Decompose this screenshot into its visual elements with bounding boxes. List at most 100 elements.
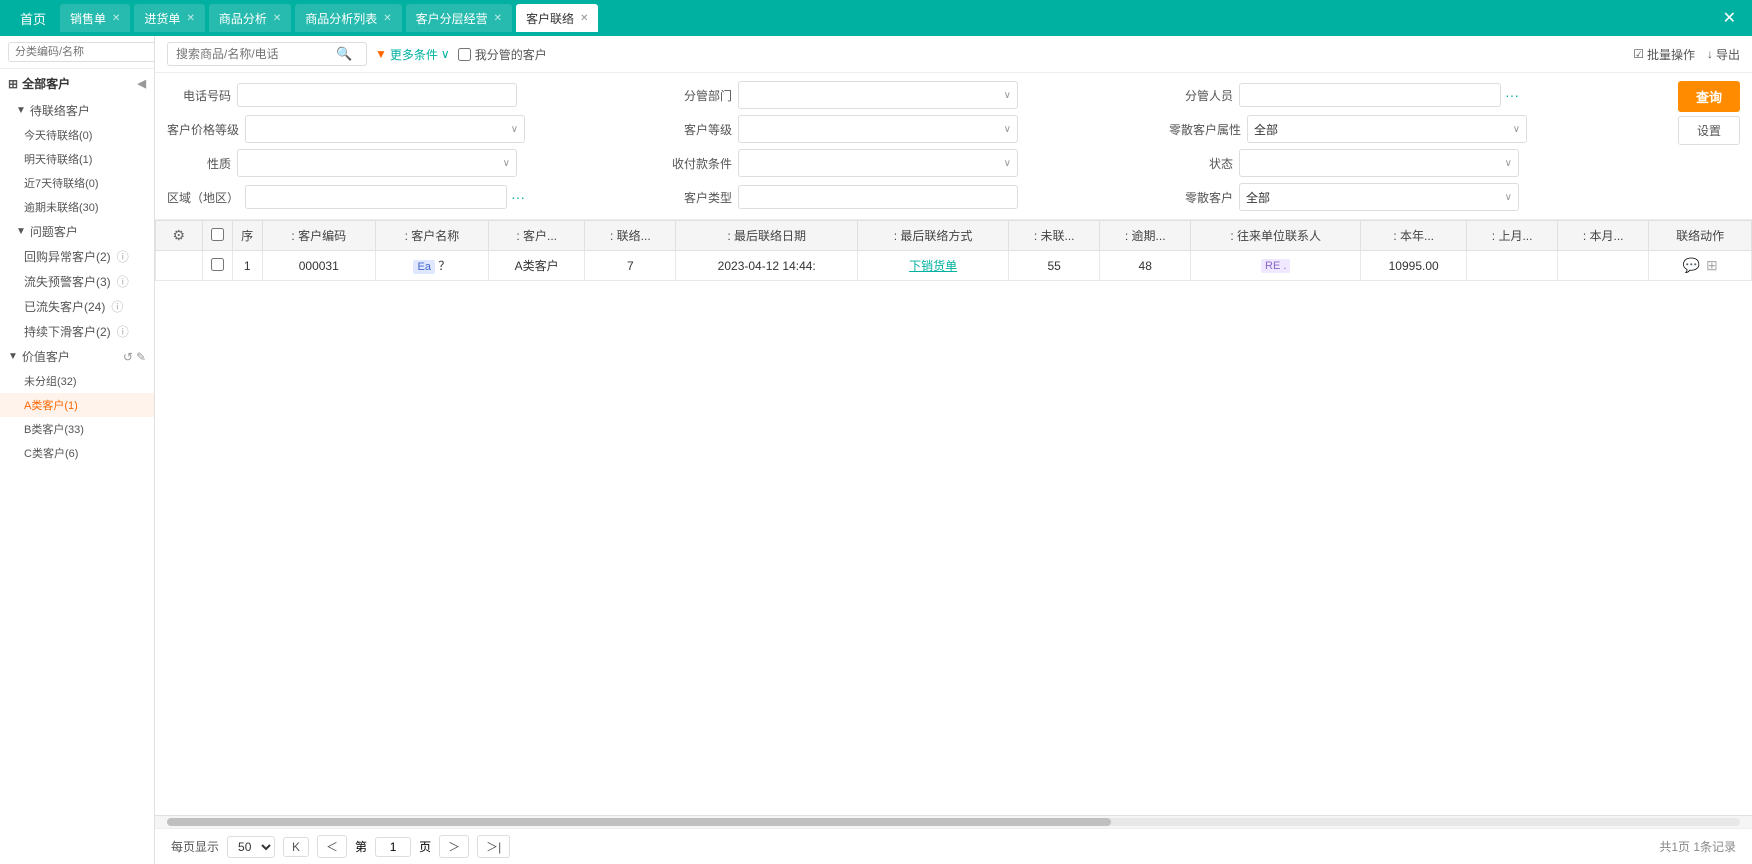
row-select-checkbox[interactable] bbox=[211, 258, 224, 271]
edit-icon[interactable]: ✎ bbox=[136, 350, 146, 364]
filter-select-dept[interactable]: ∨ bbox=[738, 81, 1018, 109]
arrow-icon-3: ▼ bbox=[8, 351, 18, 362]
group-value-customers[interactable]: ▼ 价值客户 ↺ ✎ bbox=[0, 344, 154, 369]
next-page-button[interactable]: ＞ bbox=[439, 835, 469, 858]
col-checkbox-header[interactable] bbox=[202, 221, 232, 251]
filter-panel: 电话号码 分管部门 ∨ 分管人员 bbox=[155, 73, 1752, 220]
setting-button[interactable]: 设置 bbox=[1678, 116, 1740, 145]
tab-close-purchase[interactable]: ✕ bbox=[186, 13, 194, 24]
filter-input-region[interactable] bbox=[245, 185, 507, 209]
row-last-contact-method[interactable]: 下销货单 bbox=[858, 251, 1009, 281]
region-dots-button[interactable]: ··· bbox=[511, 189, 525, 205]
scrollbar-thumb[interactable] bbox=[167, 818, 1111, 826]
filter-select-price-level[interactable]: ∨ bbox=[245, 115, 525, 143]
col-customer-type-header[interactable]: : 客户... bbox=[488, 221, 584, 251]
tab-close-segmentation[interactable]: ✕ bbox=[494, 13, 502, 24]
col-contact-person-header[interactable]: : 往来单位联系人 bbox=[1191, 221, 1361, 251]
filter-cell-customer-type: 客户类型 bbox=[668, 185, 1169, 209]
row-checkbox[interactable] bbox=[202, 251, 232, 281]
info-icon-2: ⓘ bbox=[117, 275, 129, 289]
tab-customer-segmentation[interactable]: 客户分层经营 ✕ bbox=[406, 4, 512, 32]
export-button[interactable]: ↓ 导出 bbox=[1707, 46, 1740, 63]
window-close-button[interactable]: ✕ bbox=[1715, 8, 1744, 28]
filter-select-nature[interactable]: ∨ bbox=[237, 149, 517, 177]
select-all-checkbox[interactable] bbox=[211, 228, 224, 241]
chevron-scatter2: ∨ bbox=[1505, 192, 1512, 203]
tab-close-sales[interactable]: ✕ bbox=[112, 13, 120, 24]
qr-icon[interactable]: ⊞ bbox=[1706, 257, 1718, 274]
table-body: 1 000031 Ea ？ A类客户 7 2023-04-12 14:44: 下… bbox=[156, 251, 1752, 281]
refresh-icon[interactable]: ↺ bbox=[123, 350, 133, 364]
first-page-button[interactable]: K bbox=[283, 837, 309, 857]
tab-close-product[interactable]: ✕ bbox=[273, 13, 281, 24]
tab-purchase-order[interactable]: 进货单 ✕ bbox=[134, 4, 204, 32]
sidebar-item-churned[interactable]: 已流失客户(24) ⓘ bbox=[0, 294, 154, 319]
filter-row-3: 性质 ∨ 收付款条件 ∨ bbox=[167, 149, 1670, 177]
filter-label-status: 状态 bbox=[1169, 155, 1239, 172]
filter-input-manager[interactable] bbox=[1239, 83, 1501, 107]
col-no-contact-header[interactable]: : 未联... bbox=[1009, 221, 1100, 251]
horizontal-scrollbar bbox=[155, 815, 1752, 828]
tab-customer-contact[interactable]: 客户联络 ✕ bbox=[516, 4, 598, 32]
sidebar-item-tomorrow-contact[interactable]: 明天待联络(1) bbox=[0, 147, 154, 171]
sidebar-item-7day-contact[interactable]: 近7天待联络(0) bbox=[0, 171, 154, 195]
sidebar-item-churn-warning[interactable]: 流失预警客户(3) ⓘ bbox=[0, 269, 154, 294]
last-page-button[interactable]: ＞| bbox=[477, 835, 510, 858]
home-button[interactable]: 首页 bbox=[8, 0, 58, 36]
row-code: 000031 bbox=[262, 251, 375, 281]
more-filters-button[interactable]: ▼ 更多条件 ∨ bbox=[375, 46, 450, 63]
sidebar-item-class-b[interactable]: B类客户(33) bbox=[0, 417, 154, 441]
search-icon[interactable]: 🔍 bbox=[336, 46, 352, 62]
sidebar-item-today-contact[interactable]: 今天待联络(0) bbox=[0, 123, 154, 147]
filter-select-status[interactable]: ∨ bbox=[1239, 149, 1519, 177]
col-last-month-header[interactable]: : 上月... bbox=[1467, 221, 1558, 251]
filter-select-customer-level[interactable]: ∨ bbox=[738, 115, 1018, 143]
prev-page-button[interactable]: ＜ bbox=[317, 835, 347, 858]
group-problem-customers[interactable]: ▼ 问题客户 bbox=[0, 219, 154, 244]
col-overdue-header[interactable]: : 逾期... bbox=[1100, 221, 1191, 251]
sidebar-item-unclassified[interactable]: 未分组(32) bbox=[0, 369, 154, 393]
collapse-icon[interactable]: ◀ bbox=[138, 77, 146, 90]
last-contact-method-link[interactable]: 下销货单 bbox=[909, 259, 957, 273]
row-last-contact-date: 2023-04-12 14:44: bbox=[676, 251, 858, 281]
my-customers-checkbox-label[interactable]: 我分管的客户 bbox=[458, 46, 547, 63]
col-contact-count-header[interactable]: : 联络... bbox=[585, 221, 676, 251]
tab-product-analysis-list[interactable]: 商品分析列表 ✕ bbox=[295, 4, 401, 32]
my-customers-checkbox[interactable] bbox=[458, 48, 471, 61]
scrollbar-track[interactable] bbox=[167, 818, 1740, 826]
sidebar-search-input[interactable] bbox=[8, 42, 155, 62]
sidebar-item-declining[interactable]: 持续下滑客户(2) ⓘ bbox=[0, 319, 154, 344]
col-last-contact-method-header[interactable]: : 最后联络方式 bbox=[858, 221, 1009, 251]
message-icon[interactable]: 💬 bbox=[1683, 257, 1700, 274]
col-this-month-header[interactable]: : 本月... bbox=[1558, 221, 1649, 251]
filter-select-scatter[interactable]: 全部 ∨ bbox=[1239, 183, 1519, 211]
tab-product-analysis[interactable]: 商品分析 ✕ bbox=[209, 4, 291, 32]
tab-close-product-list[interactable]: ✕ bbox=[383, 13, 391, 24]
col-customer-code-header[interactable]: : 客户编码 bbox=[262, 221, 375, 251]
tab-sales-order[interactable]: 销售单 ✕ bbox=[60, 4, 130, 32]
group-pending-contact[interactable]: ▼ 待联络客户 bbox=[0, 98, 154, 123]
col-last-contact-date-header[interactable]: : 最后联络日期 bbox=[676, 221, 858, 251]
sidebar-item-class-c[interactable]: C类客户(6) bbox=[0, 441, 154, 465]
all-customers-header[interactable]: ⊞ 全部客户 ◀ bbox=[0, 69, 154, 98]
page-number-input[interactable] bbox=[375, 837, 411, 857]
batch-operation-button[interactable]: ☑ 批量操作 bbox=[1633, 46, 1695, 63]
filter-cell-region: 区域（地区） ··· bbox=[167, 185, 668, 209]
col-customer-name-header[interactable]: : 客户名称 bbox=[375, 221, 488, 251]
row-contact-person: RE . bbox=[1191, 251, 1361, 281]
sidebar-item-overdue-contact[interactable]: 逾期未联络(30) bbox=[0, 195, 154, 219]
manager-dots-button[interactable]: ··· bbox=[1505, 87, 1519, 103]
tab-close-contact[interactable]: ✕ bbox=[580, 13, 588, 24]
col-this-year-header[interactable]: : 本年... bbox=[1361, 221, 1467, 251]
filter-input-customer-type[interactable] bbox=[738, 185, 1018, 209]
filter-select-scatter-attr[interactable]: 全部 ∨ bbox=[1247, 115, 1527, 143]
filter-select-payment[interactable]: ∨ bbox=[738, 149, 1018, 177]
filter-input-phone[interactable] bbox=[237, 83, 517, 107]
page-size-select[interactable]: 50 bbox=[227, 836, 275, 858]
search-input[interactable] bbox=[176, 47, 336, 61]
col-settings[interactable]: ⚙ bbox=[156, 221, 203, 251]
sidebar-item-repurchase-abnormal[interactable]: 回购异常客户(2) ⓘ bbox=[0, 244, 154, 269]
settings-icon[interactable]: ⚙ bbox=[173, 227, 186, 243]
sidebar-item-class-a[interactable]: A类客户(1) bbox=[0, 393, 154, 417]
query-button[interactable]: 查询 bbox=[1678, 81, 1740, 112]
